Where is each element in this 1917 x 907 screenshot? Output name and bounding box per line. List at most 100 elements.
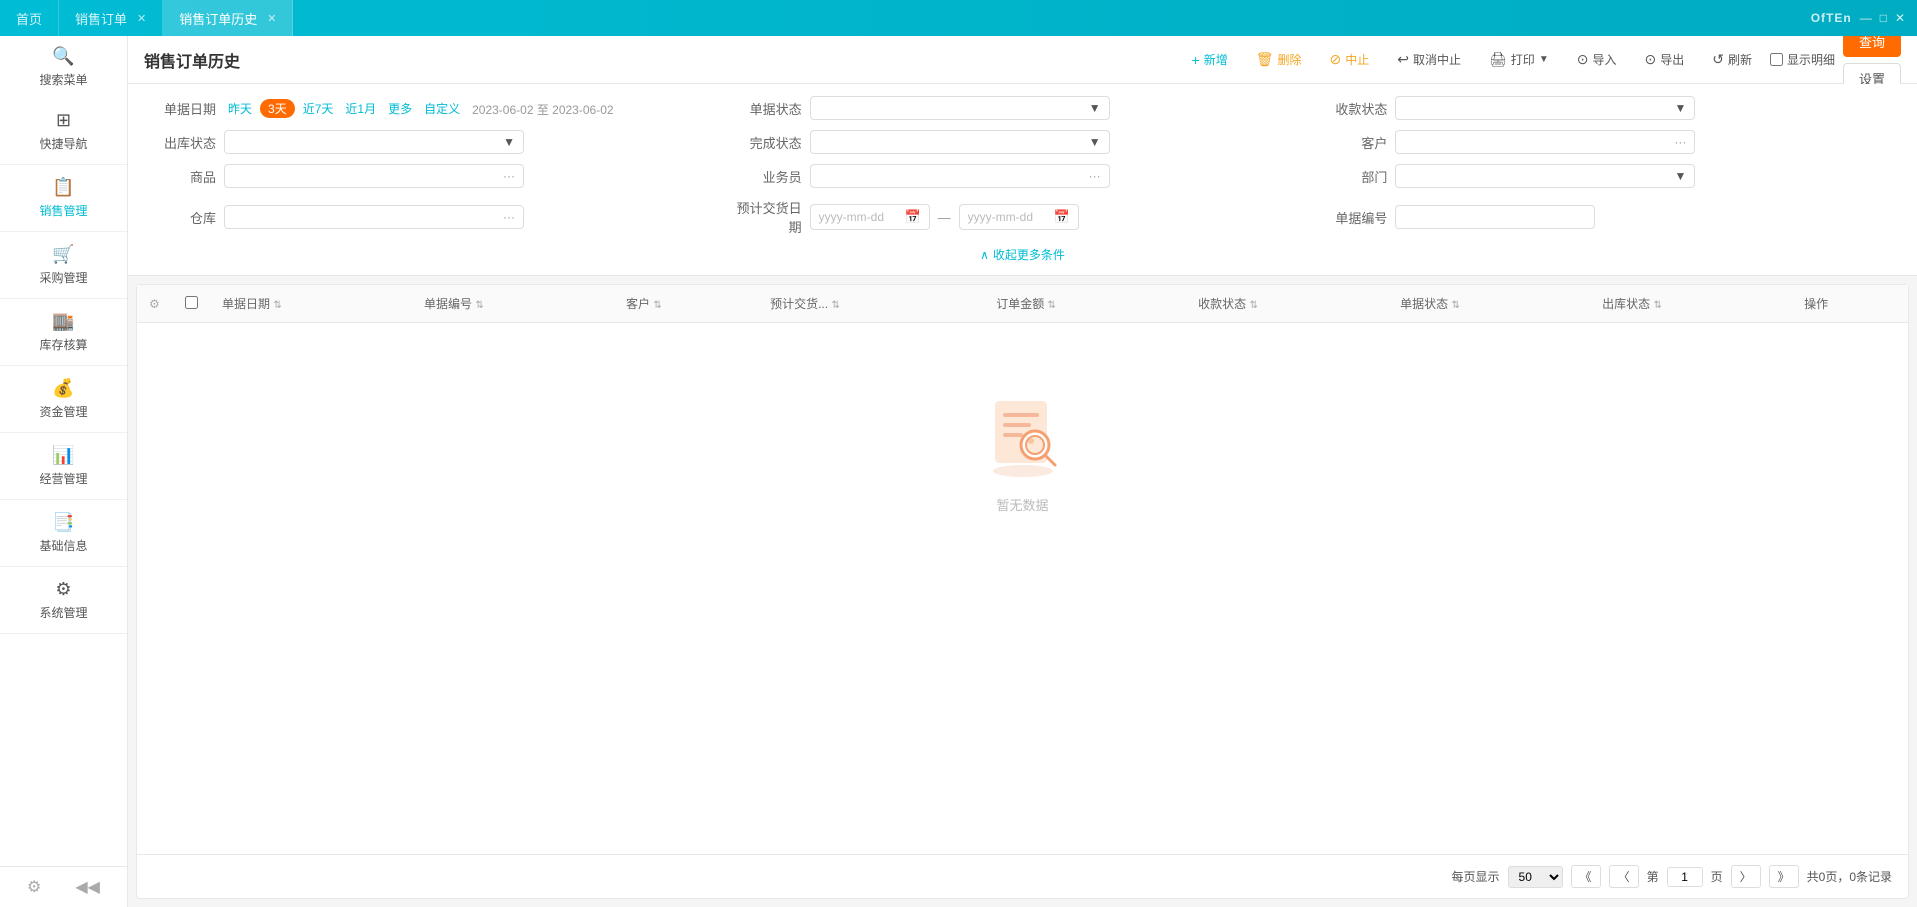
add-button[interactable]: + 新增: [1182, 46, 1238, 73]
collapse-button[interactable]: ∧ 收起更多条件: [144, 246, 1901, 263]
customer-select[interactable]: ···: [1395, 130, 1695, 154]
sort-delivery-date-icon[interactable]: ⇅: [831, 300, 839, 311]
print-icon: 🖨: [1489, 51, 1507, 68]
filter-row-2: 出库状态 ▼ 完成状态 ▼ 客户: [144, 130, 1901, 154]
product-dots[interactable]: ···: [503, 169, 515, 183]
import-button[interactable]: ⊙ 导入: [1567, 46, 1627, 73]
delivery-status-arrow: ▼: [503, 135, 515, 149]
order-status-select[interactable]: ▼: [810, 96, 1110, 120]
date-more[interactable]: 更多: [384, 99, 416, 118]
product-select[interactable]: ···: [224, 164, 524, 188]
cancel-stop-button[interactable]: ↩ 取消中止: [1387, 46, 1471, 73]
tab-sales-order-label: 销售订单: [75, 9, 127, 28]
salesperson-dots[interactable]: ···: [1089, 169, 1101, 183]
sidebar-item-quick-nav[interactable]: ⊞ 快捷导航: [0, 98, 127, 165]
sidebar-search[interactable]: 🔍 搜索菜单: [0, 36, 127, 98]
search-button[interactable]: 查询: [1843, 36, 1901, 57]
tab-home[interactable]: 首页: [0, 0, 59, 36]
sidebar-gear-icon[interactable]: ⚙: [27, 877, 41, 897]
collapse-icon: ∧: [980, 248, 989, 262]
date-7days[interactable]: 近7天: [299, 99, 338, 118]
sidebar-item-sales-mgmt-label: 销售管理: [39, 202, 87, 219]
tab-sales-order-close[interactable]: ✕: [137, 12, 146, 25]
sidebar-item-sys-mgmt[interactable]: ⚙ 系统管理: [0, 567, 127, 634]
th-customer-label: 客户: [626, 297, 650, 311]
display-toggle-label: 显示明细: [1787, 51, 1835, 68]
export-button[interactable]: ⊙ 导出: [1634, 46, 1694, 73]
salesperson-label: 业务员: [730, 167, 810, 186]
sidebar-item-sales-mgmt[interactable]: 📋 销售管理: [0, 165, 127, 232]
warehouse-dots[interactable]: ···: [503, 210, 515, 224]
sidebar-item-capital-mgmt[interactable]: 💰 资金管理: [0, 366, 127, 433]
sort-date-icon[interactable]: ⇅: [273, 300, 281, 311]
order-no-input[interactable]: [1395, 205, 1595, 229]
table-settings-icon[interactable]: ⚙: [149, 297, 160, 311]
page-title: 销售订单历史: [144, 48, 240, 72]
customer-value: ···: [1395, 130, 1901, 154]
sort-pay-status-icon[interactable]: ⇅: [1250, 300, 1258, 311]
sort-delivery-status-icon[interactable]: ⇅: [1654, 300, 1662, 311]
display-toggle[interactable]: 显示明细: [1770, 51, 1835, 68]
delete-icon: 🗑: [1256, 51, 1274, 68]
prev-page-button[interactable]: 〈: [1609, 865, 1639, 888]
order-status-label: 单据状态: [730, 99, 810, 118]
window-minimize[interactable]: —: [1860, 11, 1872, 25]
delivery-date-label: 预计交货日期: [730, 198, 810, 236]
print-button[interactable]: 🖨 打印 ▼: [1479, 46, 1559, 73]
date-1month[interactable]: 近1月: [341, 99, 380, 118]
sidebar-collapse-icon[interactable]: ◀◀: [75, 877, 100, 897]
tab-sales-order-history[interactable]: 销售订单历史 ✕: [163, 0, 293, 36]
display-toggle-checkbox[interactable]: [1770, 53, 1783, 66]
sort-customer-icon[interactable]: ⇅: [653, 300, 661, 311]
salesperson-select[interactable]: ···: [810, 164, 1110, 188]
next-page-button[interactable]: 〉: [1731, 865, 1761, 888]
sort-amount-icon[interactable]: ⇅: [1048, 300, 1056, 311]
tab-sales-order-history-close[interactable]: ✕: [267, 12, 276, 25]
select-all-checkbox[interactable]: [185, 296, 198, 309]
sidebar-bottom: ⚙ ◀◀: [0, 866, 127, 907]
delivery-date-end[interactable]: yyyy-mm-dd 📅: [959, 204, 1079, 230]
sidebar-item-purchase-mgmt[interactable]: 🛒 采购管理: [0, 232, 127, 299]
last-page-button[interactable]: 》: [1769, 865, 1799, 888]
first-page-button[interactable]: 《: [1571, 865, 1601, 888]
stop-button[interactable]: ⊘ 中止: [1320, 46, 1380, 73]
delete-button[interactable]: 🗑 删除: [1246, 46, 1312, 73]
page-size-select[interactable]: 50 20 100: [1508, 866, 1563, 888]
tab-sales-order[interactable]: 销售订单 ✕: [59, 0, 163, 36]
window-maximize[interactable]: □: [1880, 11, 1887, 25]
pagination: 每页显示 50 20 100 《 〈 第 页 〉 》 共0页，0条记录: [137, 854, 1908, 898]
refresh-label: 刷新: [1728, 51, 1752, 68]
sidebar-item-base-info[interactable]: 📑 基础信息: [0, 500, 127, 567]
page-header: 销售订单历史 + 新增 🗑 删除 ⊘ 中止 ↩ 取消中止: [128, 36, 1917, 84]
warehouse-select[interactable]: ···: [224, 205, 524, 229]
import-label: 导入: [1592, 51, 1616, 68]
department-select[interactable]: ▼: [1395, 164, 1695, 188]
page-input[interactable]: [1667, 867, 1703, 887]
delivery-status-select[interactable]: ▼: [224, 130, 524, 154]
date-yesterday[interactable]: 昨天: [224, 99, 256, 118]
department-label: 部门: [1315, 167, 1395, 186]
delivery-date-start[interactable]: yyyy-mm-dd 📅: [810, 204, 930, 230]
table-header-row: ⚙ 单据日期 ⇅ 单据编号 ⇅: [137, 285, 1908, 323]
brand-text: OfTEn: [1811, 11, 1852, 25]
date-custom[interactable]: 自定义: [420, 99, 464, 118]
sidebar-item-quick-nav-label: 快捷导航: [39, 135, 87, 152]
sidebar-item-inventory[interactable]: 🏬 库存核算: [0, 299, 127, 366]
sort-order-status-icon[interactable]: ⇅: [1452, 300, 1460, 311]
pay-status-select[interactable]: ▼: [1395, 96, 1695, 120]
th-date: 单据日期 ⇅: [210, 285, 412, 323]
completion-status-select[interactable]: ▼: [810, 130, 1110, 154]
page-suffix: 页: [1711, 868, 1723, 885]
window-close[interactable]: ✕: [1895, 11, 1905, 25]
date-3days[interactable]: 3天: [260, 99, 295, 118]
sidebar-item-operations[interactable]: 📊 经营管理: [0, 433, 127, 500]
order-no-value: [1395, 205, 1901, 229]
refresh-button[interactable]: ↺ 刷新: [1702, 46, 1762, 73]
th-delivery-status: 出库状态 ⇅: [1590, 285, 1792, 323]
top-bar-right: OfTEn — □ ✕: [1811, 11, 1917, 25]
base-info-icon: 📑: [52, 512, 74, 533]
customer-dots[interactable]: ···: [1674, 135, 1686, 149]
sidebar-search-label: 搜索菜单: [39, 71, 87, 88]
th-delivery-date: 预计交货... ⇅: [758, 285, 984, 323]
sort-order-no-icon[interactable]: ⇅: [475, 300, 483, 311]
